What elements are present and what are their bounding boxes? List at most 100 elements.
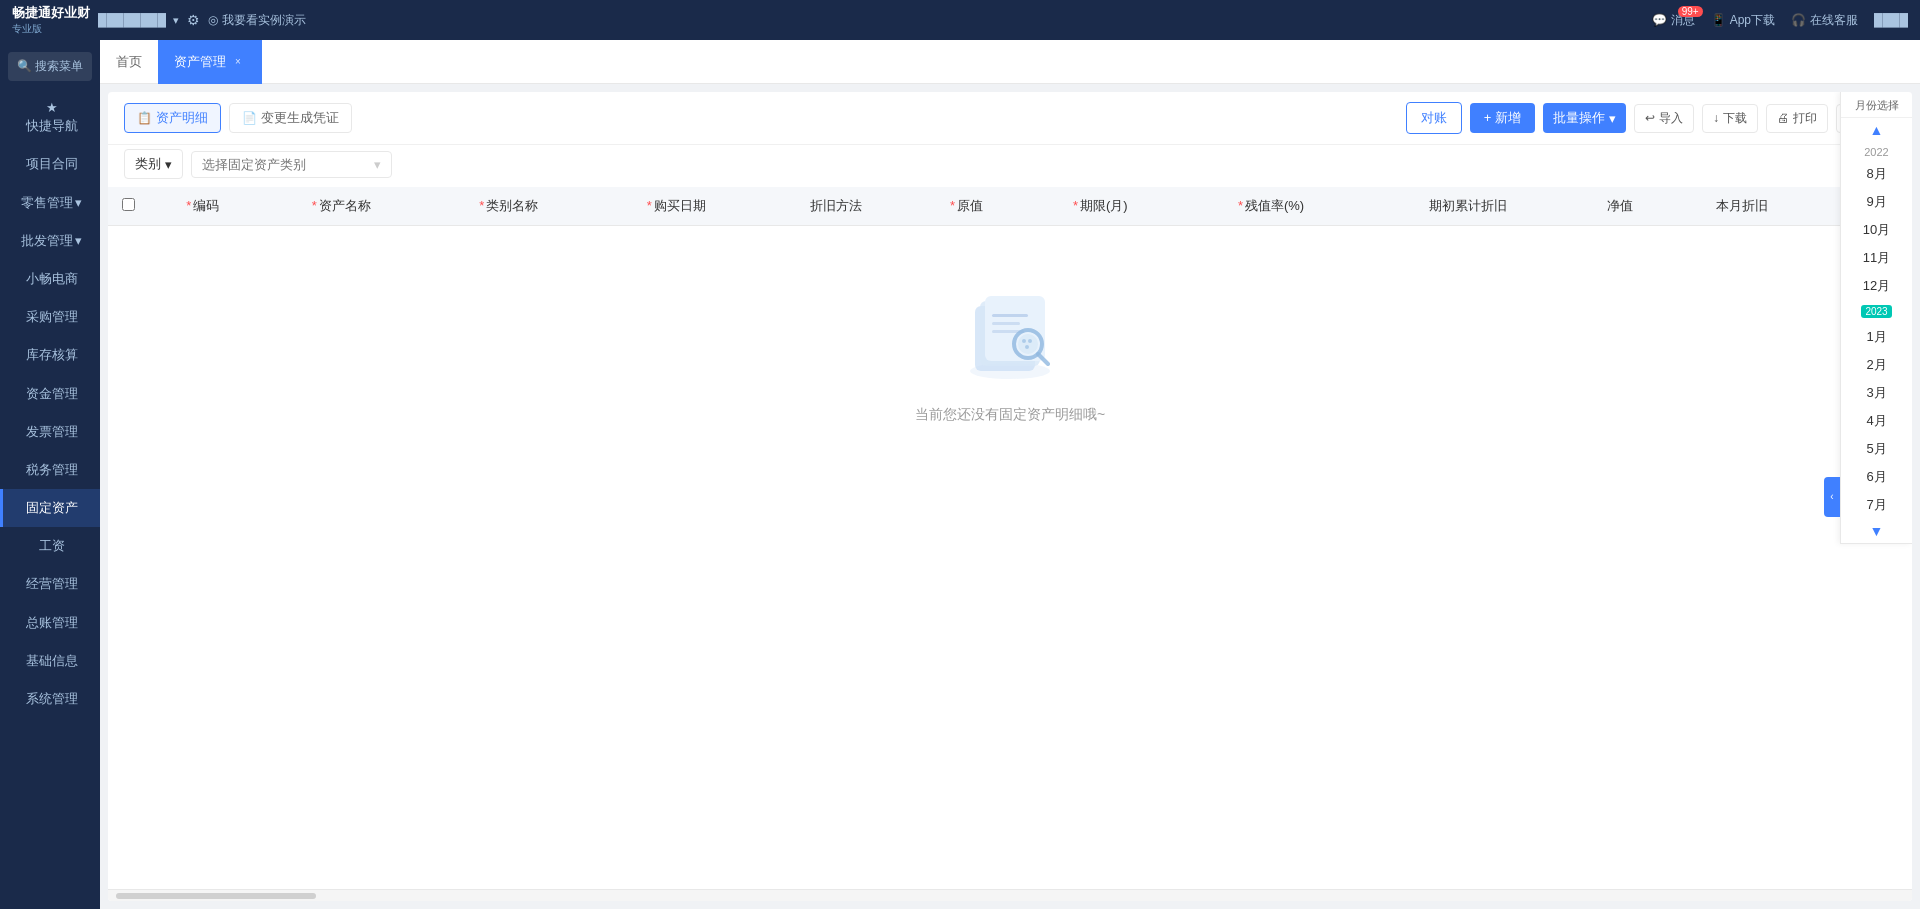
scroll-thumb[interactable] (116, 893, 316, 899)
year-2023-badge: 2023 (1841, 300, 1912, 323)
month-8[interactable]: 8月 (1841, 160, 1912, 188)
data-table: *编码 *资产名称 *类别名称 *购买日期 折旧方法 *原值 *期限(月) *残… (108, 187, 1912, 226)
category-input[interactable] (202, 157, 370, 172)
category-filter[interactable]: 类别 ▾ (124, 149, 183, 179)
col-current-dep: 本月折旧 (1666, 187, 1818, 226)
company-name: ████████ (98, 13, 166, 27)
sub-tabs: 📋 资产明细 📄 变更生成凭证 对账 + 新增 批量操作 ▾ ↩ (108, 92, 1912, 145)
chevron-down-icon: ▾ (173, 14, 179, 26)
col-original-value: *原值 (912, 187, 1022, 226)
doc-icon: 📄 (242, 111, 257, 125)
sidebar-item-fixed-assets[interactable]: 固定资产 (0, 489, 100, 527)
month-5[interactable]: 5月 (1841, 435, 1912, 463)
month-12[interactable]: 12月 (1841, 272, 1912, 300)
sidebar-item-wholesale[interactable]: 批发管理 ▾ (0, 222, 100, 260)
month-3[interactable]: 3月 (1841, 379, 1912, 407)
month-11[interactable]: 11月 (1841, 244, 1912, 272)
quick-nav-icon: ★ (46, 99, 58, 117)
demo-link[interactable]: ◎ 我要看实例演示 (208, 12, 306, 29)
month-panel-up[interactable]: ▲ (1841, 118, 1912, 142)
tab-close-button[interactable]: × (230, 54, 246, 70)
col-net-value: 净值 (1573, 187, 1667, 226)
sidebar-item-retail[interactable]: 零售管理 ▾ (0, 184, 100, 222)
month-panel-toggle[interactable]: ‹ (1824, 477, 1840, 517)
svg-point-10 (1022, 339, 1026, 343)
month-panel: 月份选择 ▲ 2022 8月 9月 10月 11月 12月 2023 1月 2月… (1840, 92, 1912, 544)
message-badge: 99+ (1678, 6, 1703, 17)
sub-tab-voucher[interactable]: 📄 变更生成凭证 (229, 103, 352, 133)
online-service-action[interactable]: 🎧 在线客服 (1791, 12, 1858, 29)
user-area[interactable]: ████ (1874, 13, 1908, 27)
sidebar-item-basic-info[interactable]: 基础信息 (0, 642, 100, 680)
app-logo: 畅捷通好业财 专业版 (12, 4, 90, 36)
chevron-down-icon: ▾ (75, 232, 82, 250)
import-button[interactable]: ↩ 导入 (1634, 104, 1694, 133)
select-all-column (108, 187, 148, 226)
month-7[interactable]: 7月 (1841, 491, 1912, 519)
col-code: *编码 (148, 187, 258, 226)
settings-icon[interactable]: ⚙ (187, 12, 200, 28)
empty-state: 当前您还没有固定资产明细哦~ (108, 226, 1912, 484)
col-asset-name: *资产名称 (258, 187, 426, 226)
print-icon: 🖨 (1777, 111, 1789, 125)
select-all-checkbox[interactable] (122, 198, 135, 211)
empty-illustration (950, 286, 1070, 386)
col-purchase-date: *购买日期 (593, 187, 761, 226)
header-right: 💬 消息 99+ 📱 App下载 🎧 在线客服 ████ (1652, 12, 1908, 29)
col-category: *类别名称 (425, 187, 593, 226)
month-6[interactable]: 6月 (1841, 463, 1912, 491)
year-2022-label: 2022 (1864, 142, 1888, 160)
download-icon: 📱 (1711, 13, 1726, 27)
app-download-action[interactable]: 📱 App下载 (1711, 12, 1775, 29)
sidebar-item-operation[interactable]: 经营管理 (0, 565, 100, 603)
top-header: 畅捷通好业财 专业版 ████████ ▾ ⚙ ◎ 我要看实例演示 💬 消息 9… (0, 0, 1920, 40)
search-menu-button[interactable]: 🔍 搜索菜单 (8, 52, 92, 81)
chevron-down-icon: ▾ (75, 194, 82, 212)
import-icon: ↩ (1645, 111, 1655, 125)
month-9[interactable]: 9月 (1841, 188, 1912, 216)
sidebar-item-finance[interactable]: 资金管理 (0, 375, 100, 413)
user-name: ████ (1874, 13, 1908, 27)
svg-point-8 (1018, 334, 1038, 354)
search-icon: 🔍 (17, 59, 32, 73)
month-10[interactable]: 10月 (1841, 216, 1912, 244)
sidebar-item-system[interactable]: 系统管理 (0, 680, 100, 718)
batch-button[interactable]: 批量操作 ▾ (1543, 103, 1626, 133)
message-action[interactable]: 💬 消息 99+ (1652, 12, 1695, 29)
tab-home[interactable]: 首页 (100, 40, 158, 84)
sidebar-item-project[interactable]: 项目合同 (0, 145, 100, 183)
content-area: 首页 资产管理 × 📋 资产明细 📄 变更生成凭证 (100, 40, 1920, 909)
empty-message: 当前您还没有固定资产明细哦~ (915, 406, 1105, 424)
print-button[interactable]: 🖨 打印 (1766, 104, 1828, 133)
category-input-wrap[interactable]: ▾ (191, 151, 392, 178)
horizontal-scrollbar[interactable] (108, 889, 1912, 901)
sidebar-item-quick-nav[interactable]: ★ 快捷导航 (0, 89, 100, 145)
sidebar-item-ecommerce[interactable]: 小畅电商 (0, 260, 100, 298)
sub-tab-detail[interactable]: 📋 资产明细 (124, 103, 221, 133)
chevron-down-icon: ▾ (1609, 111, 1616, 126)
sidebar-item-ledger[interactable]: 总账管理 (0, 604, 100, 642)
list-icon: 📋 (137, 111, 152, 125)
add-button[interactable]: + 新增 (1470, 103, 1535, 133)
match-button[interactable]: 对账 (1406, 102, 1462, 134)
sidebar-item-invoice[interactable]: 发票管理 (0, 413, 100, 451)
tab-assets[interactable]: 资产管理 × (158, 40, 262, 84)
month-4[interactable]: 4月 (1841, 407, 1912, 435)
sidebar-item-tax[interactable]: 税务管理 (0, 451, 100, 489)
sidebar: 🔍 搜索菜单 ★ 快捷导航 项目合同 零售管理 ▾ 批发管理 ▾ 小畅电商 采购… (0, 40, 100, 909)
download-icon: ↓ (1713, 111, 1719, 125)
tab-bar: 首页 资产管理 × (100, 40, 1920, 84)
demo-icon: ◎ (208, 13, 218, 27)
month-panel-down[interactable]: ▼ (1841, 519, 1912, 543)
company-dropdown[interactable]: ████████ ▾ (98, 13, 179, 27)
message-icon: 💬 (1652, 13, 1667, 27)
sidebar-item-purchase[interactable]: 采购管理 (0, 298, 100, 336)
page-content: 📋 资产明细 📄 变更生成凭证 对账 + 新增 批量操作 ▾ ↩ (108, 92, 1912, 901)
month-1[interactable]: 1月 (1841, 323, 1912, 351)
sidebar-item-salary[interactable]: 工资 (0, 527, 100, 565)
download-button[interactable]: ↓ 下载 (1702, 104, 1758, 133)
sidebar-item-inventory[interactable]: 库存核算 (0, 336, 100, 374)
svg-rect-5 (992, 322, 1020, 325)
month-2[interactable]: 2月 (1841, 351, 1912, 379)
filter-bar: 类别 ▾ ▾ (108, 145, 1912, 187)
